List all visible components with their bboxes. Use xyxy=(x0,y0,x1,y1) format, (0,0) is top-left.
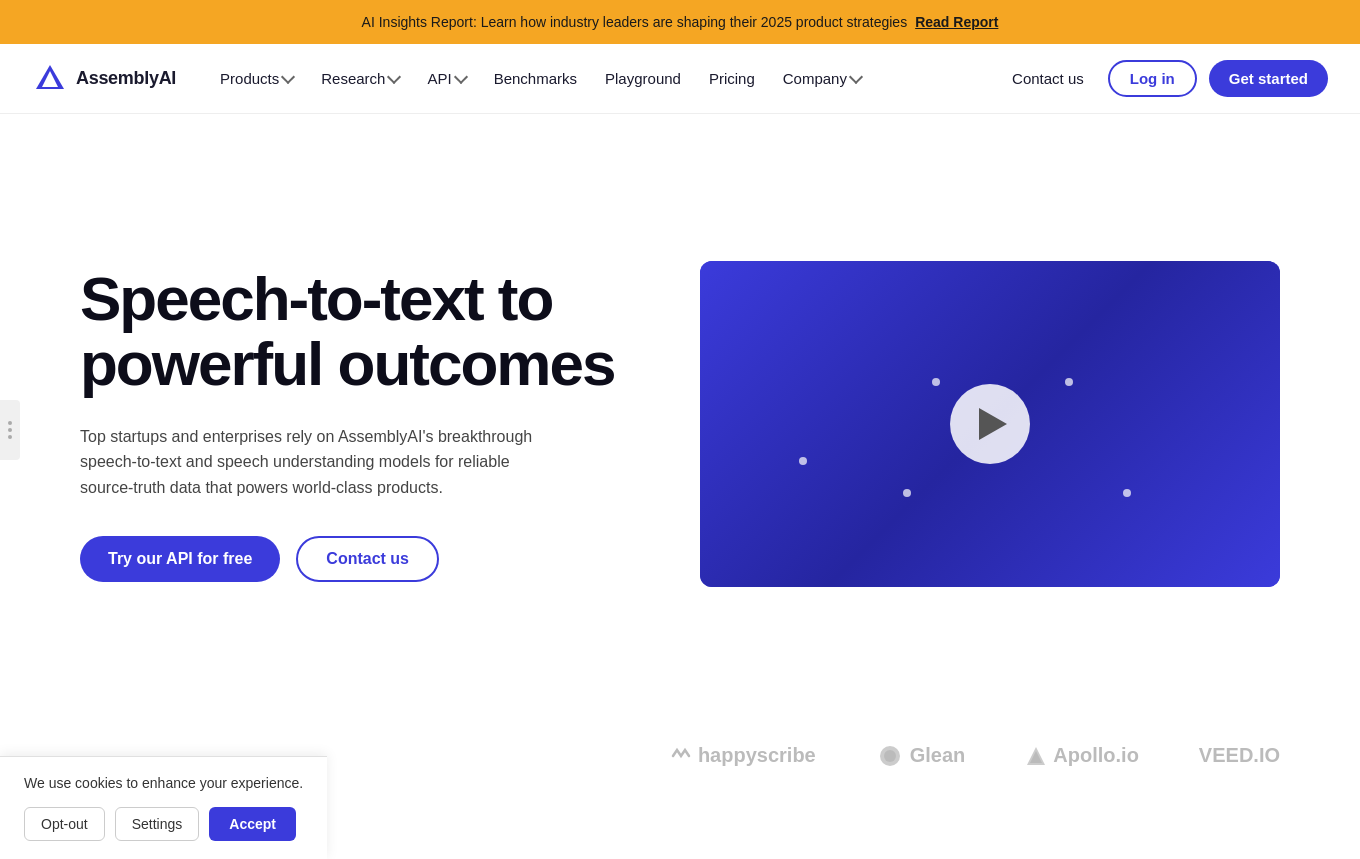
chevron-down-icon xyxy=(281,69,295,83)
nav-item-api[interactable]: API xyxy=(415,62,477,95)
logo-apollo: Apollo.io xyxy=(1025,744,1139,767)
hero-title: Speech-to-text to powerful outcomes xyxy=(80,266,640,396)
logo-text: AssemblyAI xyxy=(76,68,176,89)
nav-item-company[interactable]: Company xyxy=(771,62,873,95)
get-started-button[interactable]: Get started xyxy=(1209,60,1328,97)
glean-icon xyxy=(876,745,904,767)
contact-us-button[interactable]: Contact us xyxy=(296,536,439,582)
hero-ctas: Try our API for free Contact us xyxy=(80,536,640,582)
logo-glean: Glean xyxy=(876,744,966,767)
logo-link[interactable]: AssemblyAI xyxy=(32,61,176,97)
main-nav: AssemblyAI Products Research API Benchma… xyxy=(0,44,1360,114)
play-button[interactable] xyxy=(950,384,1030,464)
banner-text: AI Insights Report: Learn how industry l… xyxy=(362,14,908,30)
contact-us-link[interactable]: Contact us xyxy=(1000,62,1096,95)
sidebar-drag-handle[interactable] xyxy=(0,400,20,460)
nav-links: Products Research API Benchmarks Playgro… xyxy=(208,62,1000,95)
hero-video xyxy=(700,261,1280,587)
chevron-down-icon xyxy=(849,69,863,83)
announcement-banner: AI Insights Report: Learn how industry l… xyxy=(0,0,1360,44)
login-button[interactable]: Log in xyxy=(1108,60,1197,97)
nav-item-benchmarks[interactable]: Benchmarks xyxy=(482,62,589,95)
nav-item-pricing[interactable]: Pricing xyxy=(697,62,767,95)
drag-dot xyxy=(8,435,12,439)
video-dot xyxy=(799,457,807,465)
logo-veed: VEED.IO xyxy=(1199,744,1280,767)
hero-subtitle: Top startups and enterprises rely on Ass… xyxy=(80,424,560,501)
cookie-text: We use cookies to enhance your experienc… xyxy=(24,775,303,791)
video-player[interactable] xyxy=(700,261,1280,587)
svg-point-1 xyxy=(884,750,896,762)
try-api-button[interactable]: Try our API for free xyxy=(80,536,280,582)
assemblyai-logo-icon xyxy=(32,61,68,97)
nav-item-research[interactable]: Research xyxy=(309,62,411,95)
drag-dot xyxy=(8,428,12,432)
chevron-down-icon xyxy=(454,69,468,83)
nav-item-playground[interactable]: Playground xyxy=(593,62,693,95)
hero-content: Speech-to-text to powerful outcomes Top … xyxy=(80,266,640,583)
nav-item-products[interactable]: Products xyxy=(208,62,305,95)
cookie-banner: We use cookies to enhance your experienc… xyxy=(0,756,327,807)
banner-cta[interactable]: Read Report xyxy=(915,14,998,30)
logo-happyscribe: happyscribe xyxy=(670,744,816,767)
drag-dot xyxy=(8,421,12,425)
apollo-icon xyxy=(1025,745,1047,767)
chevron-down-icon xyxy=(387,69,401,83)
hero-section: Speech-to-text to powerful outcomes Top … xyxy=(0,114,1360,714)
happyscribe-icon xyxy=(670,745,692,767)
nav-right: Contact us Log in Get started xyxy=(1000,60,1328,97)
